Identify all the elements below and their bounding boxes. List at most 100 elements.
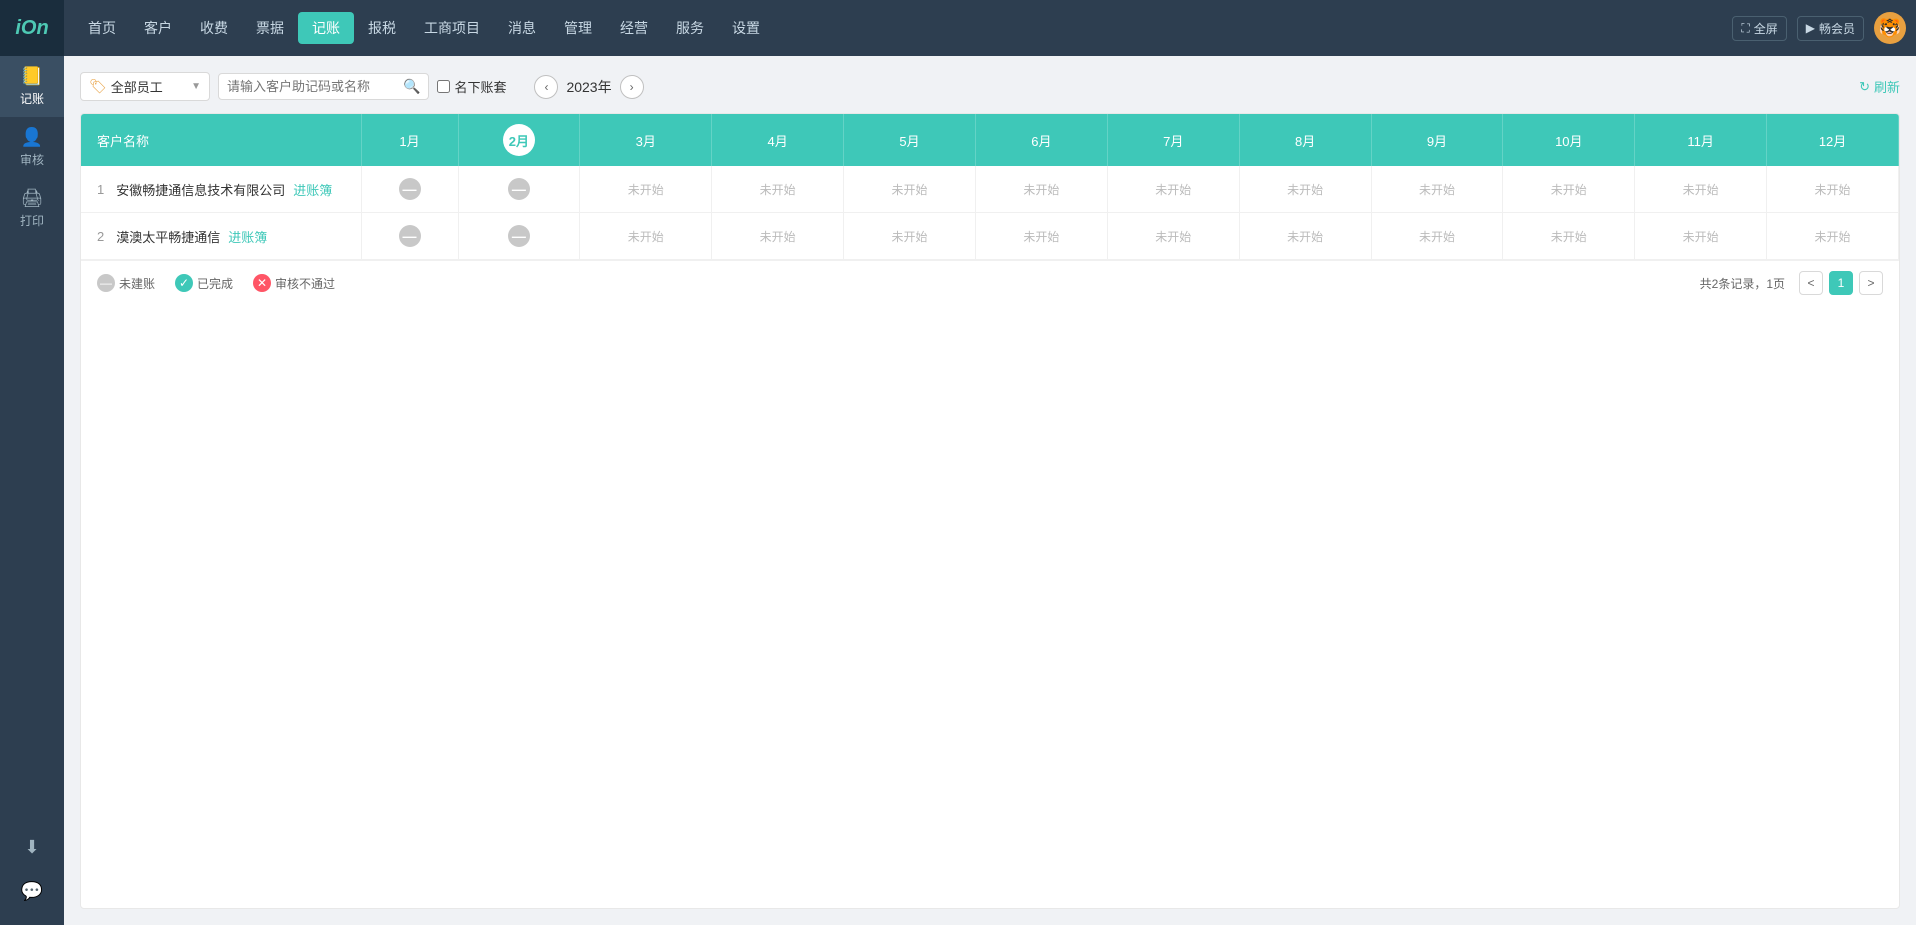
nav-service[interactable]: 服务: [662, 12, 718, 44]
sidebar-item-label: 打印: [20, 212, 44, 229]
service-icon: 💬: [21, 881, 43, 902]
col-dec: 12月: [1767, 114, 1899, 166]
play-icon: ▶: [1806, 21, 1815, 35]
content-area: 🏷 全部员工 ▼ 🔍 名下账套 ‹ 2023年 › ↻ 刷新: [64, 56, 1916, 925]
pagination-prev[interactable]: <: [1799, 271, 1823, 295]
nav-settings[interactable]: 设置: [718, 12, 774, 44]
sidebar-bottom: ⬇ 💬: [0, 827, 64, 925]
col-mar: 3月: [580, 114, 712, 166]
year-prev-button[interactable]: ‹: [534, 75, 558, 99]
sidebar-item-download[interactable]: ⬇: [0, 827, 64, 871]
month-cell-9: 未开始: [1371, 166, 1503, 213]
month-cell-7: 未开始: [1107, 166, 1239, 213]
client-name-text: 漠澳太平畅捷通信: [116, 227, 220, 246]
sidebar-item-audit[interactable]: 👤 审核: [0, 117, 64, 178]
month-cell-7: 未开始: [1107, 213, 1239, 260]
download-icon: ⬇: [24, 837, 39, 858]
nav-billing[interactable]: 收费: [186, 12, 242, 44]
not-started-text: 未开始: [1683, 183, 1719, 197]
not-started-text: 未开始: [1683, 230, 1719, 244]
col-sep: 9月: [1371, 114, 1503, 166]
nav-home[interactable]: 首页: [74, 12, 130, 44]
employee-select[interactable]: 🏷 全部员工 ▼: [80, 72, 210, 101]
col-oct: 10月: [1503, 114, 1635, 166]
not-started-text: 未开始: [1155, 230, 1191, 244]
month-cell-8: 未开始: [1239, 213, 1371, 260]
not-started-text: 未开始: [1815, 183, 1851, 197]
not-started-text: 未开始: [892, 230, 928, 244]
vip-button[interactable]: ▶ 畅会员: [1797, 16, 1864, 41]
nav-business[interactable]: 工商项目: [410, 12, 494, 44]
enter-ledger-link[interactable]: 进账簿: [228, 227, 267, 246]
col-jan: 1月: [361, 114, 458, 166]
legend-label-not-passed: 审核不通过: [275, 275, 335, 292]
table-scroll: 客户名称 1月 2月 3月 4月 5月 6月 7月 8月 9月 10月 11月: [81, 114, 1899, 260]
sidebar-item-ledger[interactable]: 📒 记账: [0, 56, 64, 117]
legend-completed: ✓ 已完成: [175, 274, 233, 292]
nav-operation[interactable]: 经营: [606, 12, 662, 44]
nav-tax[interactable]: 报税: [354, 12, 410, 44]
status-dash-icon: —: [508, 178, 530, 200]
col-jul: 7月: [1107, 114, 1239, 166]
sidebar-item-print[interactable]: 🖨 打印: [0, 178, 64, 239]
table-row: 2 漠澳太平畅捷通信 进账簿 ——未开始未开始未开始未开始未开始未开始未开始未开…: [81, 213, 1899, 260]
pagination: 共2条记录，1页 < 1 >: [1700, 271, 1883, 295]
fullscreen-icon: ⛶: [1741, 21, 1749, 36]
not-started-text: 未开始: [1419, 230, 1455, 244]
refresh-icon: ↻: [1859, 79, 1870, 95]
nav-message[interactable]: 消息: [494, 12, 550, 44]
col-client-name: 客户名称: [81, 114, 361, 166]
month-cell-6: 未开始: [975, 166, 1107, 213]
under-name-checkbox[interactable]: [437, 80, 450, 93]
table-header-row: 客户名称 1月 2月 3月 4月 5月 6月 7月 8月 9月 10月 11月: [81, 114, 1899, 166]
fullscreen-button[interactable]: ⛶ 全屏: [1732, 16, 1786, 41]
col-nov: 11月: [1635, 114, 1767, 166]
not-started-text: 未开始: [628, 183, 664, 197]
enter-ledger-link[interactable]: 进账簿: [293, 180, 332, 199]
legend-dot-gray: —: [97, 274, 115, 292]
ledger-icon: 📒: [21, 66, 43, 87]
month-cell-12: 未开始: [1767, 213, 1899, 260]
legend-dot-teal: ✓: [175, 274, 193, 292]
col-jun: 6月: [975, 114, 1107, 166]
month-cell-1[interactable]: —: [361, 166, 458, 213]
logo: iOn: [0, 0, 64, 56]
not-started-text: 未开始: [1287, 230, 1323, 244]
sidebar-item-service[interactable]: 💬: [0, 871, 64, 915]
main-area: 首页 客户 收费 票据 记账 报税 工商项目 消息 管理 经营 服务 设置 ⛶ …: [64, 0, 1916, 925]
sidebar-item-label: 审核: [20, 151, 44, 168]
not-started-text: 未开始: [760, 183, 796, 197]
month-cell-3: 未开始: [580, 213, 712, 260]
year-text: 2023年: [566, 77, 611, 97]
month-cell-3: 未开始: [580, 166, 712, 213]
month-cell-6: 未开始: [975, 213, 1107, 260]
pagination-next[interactable]: >: [1859, 271, 1883, 295]
month-cell-2[interactable]: —: [458, 213, 580, 260]
search-input[interactable]: [227, 79, 403, 94]
search-box: 🔍: [218, 73, 429, 100]
under-name-label[interactable]: 名下账套: [437, 77, 506, 96]
not-started-text: 未开始: [1023, 183, 1059, 197]
col-apr: 4月: [712, 114, 844, 166]
nav-invoice[interactable]: 票据: [242, 12, 298, 44]
sidebar: iOn 📒 记账 👤 审核 🖨 打印 ⬇ 💬: [0, 0, 64, 925]
legend-label-completed: 已完成: [197, 275, 233, 292]
search-icon[interactable]: 🔍: [403, 78, 420, 95]
refresh-button[interactable]: ↻ 刷新: [1859, 77, 1900, 96]
nav-manage[interactable]: 管理: [550, 12, 606, 44]
year-next-button[interactable]: ›: [620, 75, 644, 99]
ledger-table: 客户名称 1月 2月 3月 4月 5月 6月 7月 8月 9月 10月 11月: [81, 114, 1899, 260]
main-table-container: 客户名称 1月 2月 3月 4月 5月 6月 7月 8月 9月 10月 11月: [80, 113, 1900, 909]
nav-client[interactable]: 客户: [130, 12, 186, 44]
vip-label: 畅会员: [1819, 20, 1855, 37]
month-cell-2[interactable]: —: [458, 166, 580, 213]
avatar[interactable]: 🐯: [1874, 12, 1906, 44]
month-cell-1[interactable]: —: [361, 213, 458, 260]
col-aug: 8月: [1239, 114, 1371, 166]
nav-ledger[interactable]: 记账: [298, 12, 354, 44]
pagination-current[interactable]: 1: [1829, 271, 1853, 295]
table-row: 1 安徽畅捷通信息技术有限公司 进账簿 ——未开始未开始未开始未开始未开始未开始…: [81, 166, 1899, 213]
legend-label-not-built: 未建账: [119, 275, 155, 292]
legend-not-passed: ✕ 审核不通过: [253, 274, 335, 292]
table-footer: — 未建账 ✓ 已完成 ✕ 审核不通过 共2条记录，1页 < 1 >: [81, 260, 1899, 305]
